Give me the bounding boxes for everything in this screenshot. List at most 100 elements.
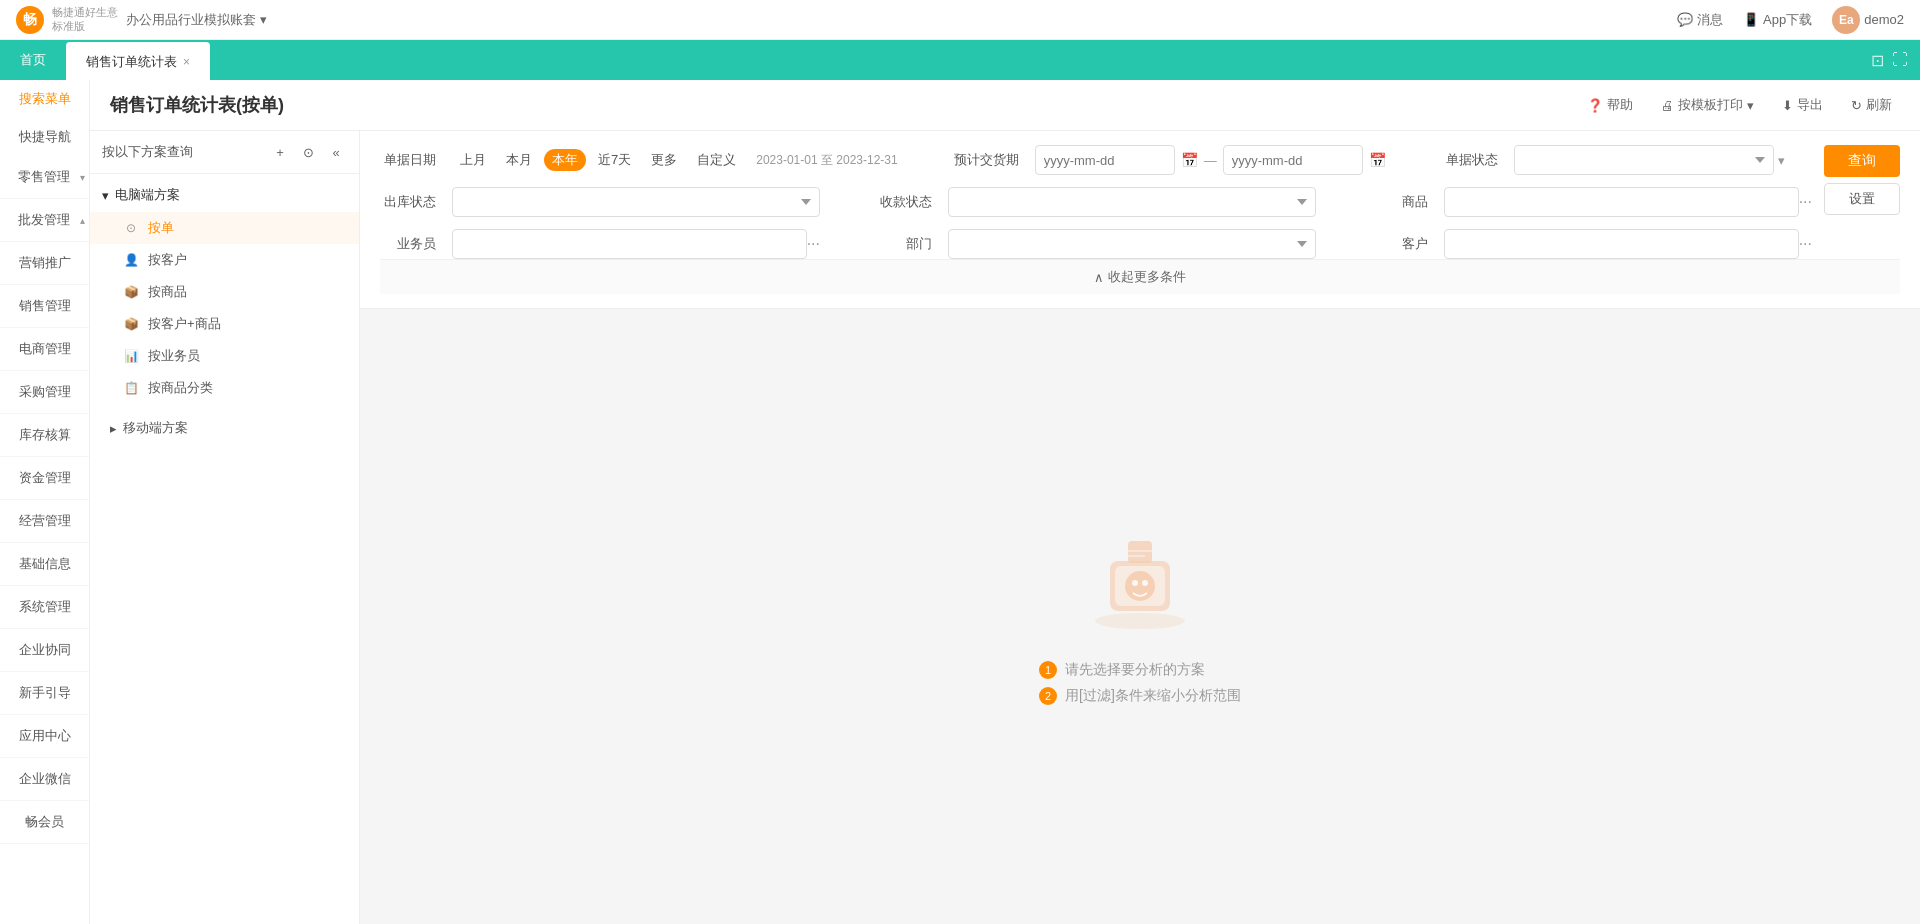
- scheme-icon-salesman: 📊: [122, 347, 140, 365]
- user-menu[interactable]: Ea demo2: [1832, 6, 1904, 34]
- scheme-icon-customer: 👤: [122, 251, 140, 269]
- sidebar-item-ecommerce[interactable]: 电商管理: [0, 328, 89, 371]
- sidebar-item-enterprise-wechat[interactable]: 企业微信: [0, 758, 89, 801]
- delivery-label: 出库状态: [380, 193, 436, 211]
- empty-tip-2: 2 用[过滤]条件来缩小分析范围: [1039, 687, 1241, 705]
- sidebar-item-enterprise-collab[interactable]: 企业协同: [0, 629, 89, 672]
- empty-illustration: [1080, 521, 1200, 641]
- product-more-icon[interactable]: ···: [1799, 193, 1812, 211]
- sidebar-item-sales[interactable]: 销售管理: [0, 285, 89, 328]
- svg-point-4: [1132, 580, 1138, 586]
- expected-date-end-input[interactable]: [1223, 145, 1363, 175]
- sidebar-item-system[interactable]: 系统管理: [0, 586, 89, 629]
- department-select[interactable]: [948, 229, 1316, 259]
- left-panel: 按以下方案查询 + ⊙ « ▾ 电脑端方案 ⊙ 按单: [90, 131, 360, 924]
- svg-point-0: [1095, 613, 1185, 629]
- product-input[interactable]: [1444, 187, 1799, 217]
- sidebar-item-quick-nav[interactable]: 快捷导航: [0, 118, 89, 156]
- panel-area: 按以下方案查询 + ⊙ « ▾ 电脑端方案 ⊙ 按单: [90, 131, 1920, 924]
- topbar: 畅 畅捷通好生意标准版 办公用品行业模拟账套 ▾ 💬 消息 📱 App下载 Ea…: [0, 0, 1920, 40]
- export-button[interactable]: ⬇ 导出: [1774, 92, 1831, 118]
- sidebar: 搜索菜单 快捷导航 零售管理 ▾ 批发管理 ▴ 营销推广 销售管理 电商管理 采…: [0, 80, 90, 924]
- date-tab-more[interactable]: 更多: [643, 149, 685, 171]
- salesman-more-icon[interactable]: ···: [807, 235, 820, 253]
- date-tab-custom[interactable]: 自定义: [689, 149, 744, 171]
- expected-date-start-input[interactable]: [1035, 145, 1175, 175]
- customer-more-icon[interactable]: ···: [1799, 235, 1812, 253]
- collapse-icon: ∧: [1094, 270, 1104, 285]
- print-button[interactable]: 🖨 按模板打印 ▾: [1653, 92, 1762, 118]
- left-panel-header: 按以下方案查询 + ⊙ «: [90, 131, 359, 174]
- product-input-group: ···: [1444, 187, 1812, 217]
- payment-select[interactable]: [948, 187, 1316, 217]
- sidebar-item-member[interactable]: 畅会员: [0, 801, 89, 844]
- status-select[interactable]: [1514, 145, 1774, 175]
- scheme-settings-button[interactable]: ⊙: [297, 141, 319, 163]
- scheme-item-by-salesman[interactable]: 📊 按业务员: [90, 340, 359, 372]
- mobile-group-arrow-icon: ▸: [110, 421, 117, 436]
- date-tab-this-year[interactable]: 本年: [544, 149, 586, 171]
- sidebar-item-operations[interactable]: 经营管理: [0, 500, 89, 543]
- scheme-item-by-category[interactable]: 📋 按商品分类: [90, 372, 359, 404]
- breadcrumb-dropdown-icon[interactable]: ▾: [260, 12, 267, 27]
- avatar: Ea: [1832, 6, 1860, 34]
- customer-label: 客户: [1372, 235, 1428, 253]
- tip-number-2: 2: [1039, 687, 1057, 705]
- tab-sales-order-stats[interactable]: 销售订单统计表 ×: [66, 42, 210, 82]
- customer-input[interactable]: [1444, 229, 1799, 259]
- query-button[interactable]: 查询: [1824, 145, 1900, 177]
- sidebar-item-app-center[interactable]: 应用中心: [0, 715, 89, 758]
- sidebar-item-purchase[interactable]: 采购管理: [0, 371, 89, 414]
- sidebar-item-marketing[interactable]: 营销推广: [0, 242, 89, 285]
- tab-minimize-icon[interactable]: ⊡: [1871, 51, 1884, 70]
- page-header: 销售订单统计表(按单) ❓ 帮助 🖨 按模板打印 ▾ ⬇ 导出 ↻ 刷新: [90, 80, 1920, 131]
- sidebar-item-retail[interactable]: 零售管理 ▾: [0, 156, 89, 199]
- date-tab-last-month[interactable]: 上月: [452, 149, 494, 171]
- empty-tip-1: 1 请先选择要分析的方案: [1039, 661, 1241, 679]
- tip-number-1: 1: [1039, 661, 1057, 679]
- desktop-group-header[interactable]: ▾ 电脑端方案: [90, 178, 359, 212]
- message-button[interactable]: 💬 消息: [1677, 11, 1723, 29]
- sidebar-item-inventory[interactable]: 库存核算: [0, 414, 89, 457]
- help-button[interactable]: ❓ 帮助: [1579, 92, 1641, 118]
- empty-state: 1 请先选择要分析的方案 2 用[过滤]条件来缩小分析范围: [360, 309, 1920, 924]
- print-icon: 🖨: [1661, 98, 1674, 113]
- collapse-panel-button[interactable]: «: [325, 141, 347, 163]
- setting-button[interactable]: 设置: [1824, 183, 1900, 215]
- tab-close-icon[interactable]: ×: [183, 55, 190, 69]
- logo-text: 畅捷通好生意标准版: [52, 6, 118, 32]
- tab-maximize-icon[interactable]: ⛶: [1892, 51, 1908, 69]
- scheme-item-by-customer[interactable]: 👤 按客户: [90, 244, 359, 276]
- app-icon: 📱: [1743, 12, 1759, 27]
- collapse-button[interactable]: ∧ 收起更多条件: [380, 259, 1900, 294]
- breadcrumb: 办公用品行业模拟账套 ▾: [126, 11, 267, 29]
- tab-home[interactable]: 首页: [0, 40, 66, 80]
- tab-controls: ⊡ ⛶: [1859, 51, 1920, 70]
- scheme-item-by-customer-product[interactable]: 📦 按客户+商品: [90, 308, 359, 340]
- mobile-group-header[interactable]: ▸ 移动端方案: [90, 412, 359, 444]
- filter-area: 单据日期 上月 本月 本年 近7天 更多 自定义 2023-01-01 至 20…: [360, 131, 1920, 309]
- delivery-select[interactable]: [452, 187, 820, 217]
- header-actions: ❓ 帮助 🖨 按模板打印 ▾ ⬇ 导出 ↻ 刷新: [1579, 92, 1900, 118]
- sidebar-item-finance[interactable]: 资金管理: [0, 457, 89, 500]
- calendar-end-icon[interactable]: 📅: [1369, 152, 1386, 168]
- status-dropdown-icon: ▾: [1778, 153, 1785, 168]
- sidebar-item-wholesale[interactable]: 批发管理 ▴: [0, 199, 89, 242]
- message-icon: 💬: [1677, 12, 1693, 27]
- sidebar-item-search-menu[interactable]: 搜索菜单: [0, 80, 89, 118]
- sidebar-item-guide[interactable]: 新手引导: [0, 672, 89, 715]
- desktop-group-arrow-icon: ▾: [102, 188, 109, 203]
- page-title: 销售订单统计表(按单): [110, 93, 284, 117]
- date-label: 单据日期: [380, 151, 436, 169]
- salesman-input[interactable]: [452, 229, 807, 259]
- scheme-item-by-product[interactable]: 📦 按商品: [90, 276, 359, 308]
- scheme-item-by-order[interactable]: ⊙ 按单: [90, 212, 359, 244]
- calendar-start-icon[interactable]: 📅: [1181, 152, 1198, 168]
- refresh-button[interactable]: ↻ 刷新: [1843, 92, 1900, 118]
- add-scheme-button[interactable]: +: [269, 141, 291, 163]
- svg-rect-6: [1128, 541, 1152, 563]
- date-tab-last-7-days[interactable]: 近7天: [590, 149, 639, 171]
- date-tab-this-month[interactable]: 本月: [498, 149, 540, 171]
- sidebar-item-basic-info[interactable]: 基础信息: [0, 543, 89, 586]
- app-download-button[interactable]: 📱 App下载: [1743, 11, 1812, 29]
